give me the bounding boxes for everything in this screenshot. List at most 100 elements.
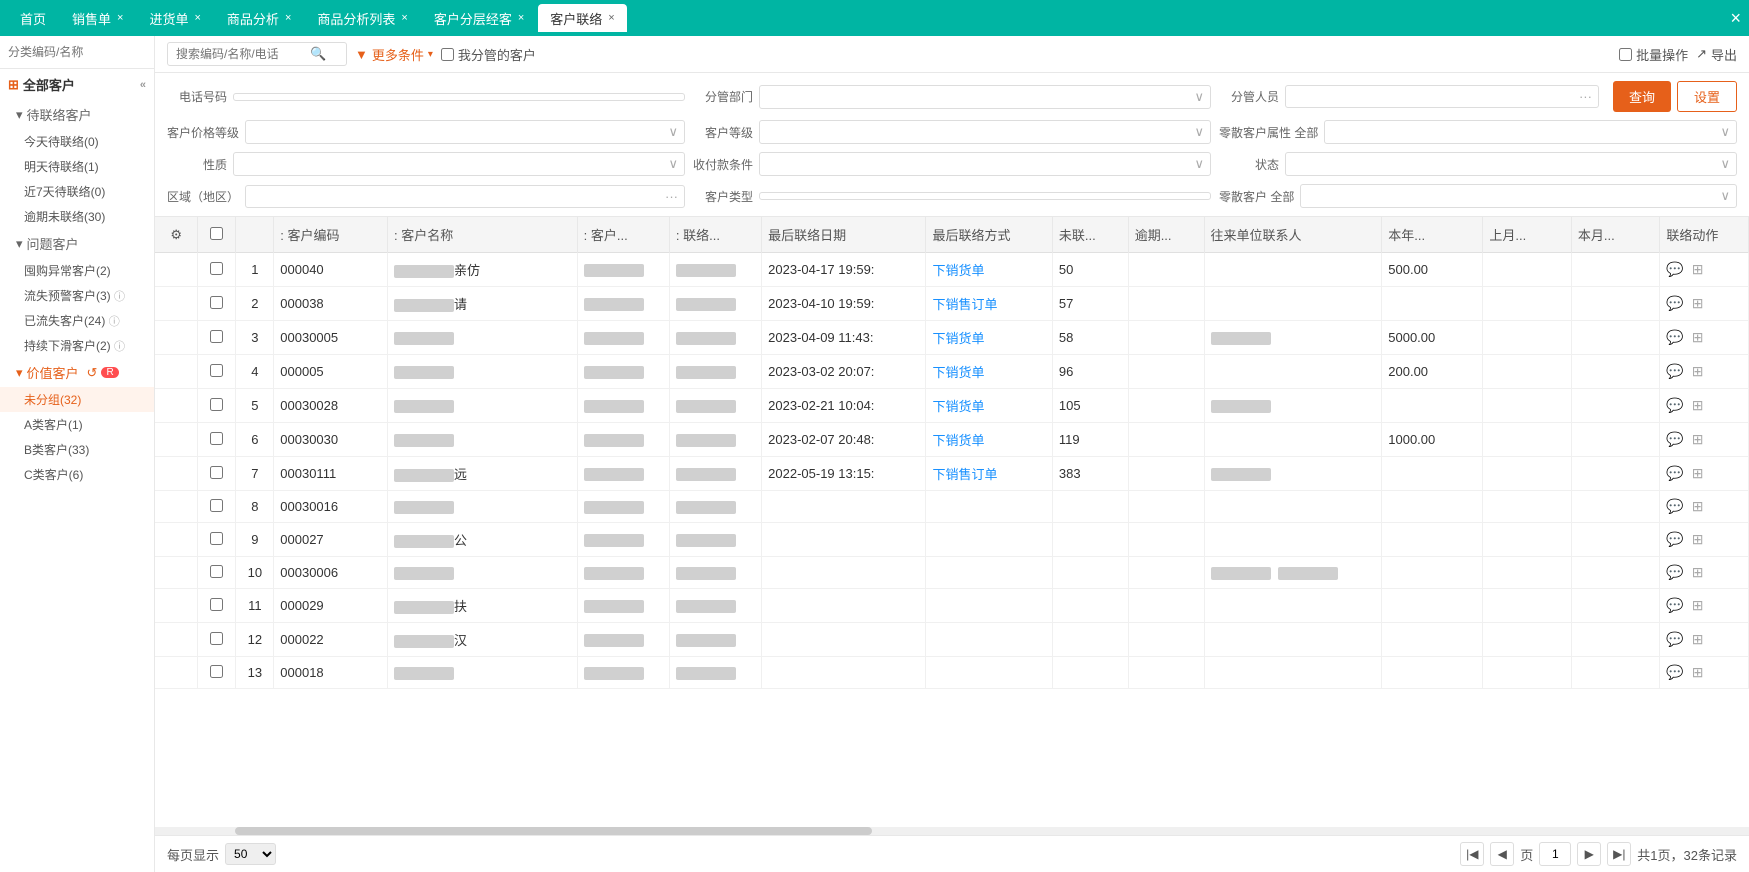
tab-sales[interactable]: 销售单 × xyxy=(60,4,135,32)
reset-button[interactable]: 设置 xyxy=(1677,81,1737,112)
status-input[interactable]: ∨ xyxy=(1285,152,1737,176)
tab-customer-layer-close[interactable]: × xyxy=(518,12,524,24)
payment-input[interactable]: ∨ xyxy=(759,152,1211,176)
filter-search-input[interactable] xyxy=(176,47,306,61)
row-check[interactable] xyxy=(210,364,223,377)
sidebar-item-declining[interactable]: 持续下滑客户(2) ⓘ xyxy=(0,333,154,358)
price-level-input[interactable]: ∨ xyxy=(245,120,685,144)
grid-action-icon[interactable]: ⊞ xyxy=(1692,295,1704,312)
cell-check[interactable] xyxy=(198,491,236,523)
grid-action-icon[interactable]: ⊞ xyxy=(1692,397,1704,414)
sidebar-collapse-icon[interactable]: « xyxy=(140,79,146,91)
contact-method-link[interactable]: 下销货单 xyxy=(932,433,984,448)
nature-input[interactable]: ∨ xyxy=(233,152,685,176)
row-check[interactable] xyxy=(210,632,223,645)
customer-level-input[interactable]: ∨ xyxy=(759,120,1211,144)
sidebar-item-a-class[interactable]: A类客户(1) xyxy=(0,412,154,437)
scrollbar-thumb[interactable] xyxy=(235,827,873,835)
sidebar-item-ungrouped[interactable]: 未分组(32) xyxy=(0,387,154,412)
grid-action-icon[interactable]: ⊞ xyxy=(1692,498,1704,515)
sidebar-item-warning[interactable]: 流失预警客户(3) ⓘ xyxy=(0,283,154,308)
cell-check[interactable] xyxy=(198,623,236,657)
per-page-select[interactable]: 50 100 200 xyxy=(225,843,276,865)
contact-method-link[interactable]: 下销货单 xyxy=(932,399,984,414)
contact-method-link[interactable]: 下销售订单 xyxy=(932,297,997,312)
contact-method-link[interactable]: 下销货单 xyxy=(932,263,984,278)
tab-customer-contact[interactable]: 客户联络 × xyxy=(538,4,626,32)
tab-customer-layer[interactable]: 客户分层经客 × xyxy=(422,4,536,32)
refresh-icon[interactable]: ↺ xyxy=(87,365,98,381)
problem-customers-group[interactable]: 问题客户 xyxy=(0,229,154,258)
query-button[interactable]: 查询 xyxy=(1613,81,1671,112)
message-icon[interactable]: 💬 xyxy=(1666,431,1683,448)
batch-check[interactable] xyxy=(1619,48,1632,61)
grid-action-icon[interactable]: ⊞ xyxy=(1692,531,1704,548)
sidebar-item-c-class[interactable]: C类客户(6) xyxy=(0,462,154,487)
contact-method-link[interactable]: 下销售订单 xyxy=(932,467,997,482)
message-icon[interactable]: 💬 xyxy=(1666,465,1683,482)
tab-purchase-close[interactable]: × xyxy=(194,12,200,24)
cell-check[interactable] xyxy=(198,657,236,689)
row-check[interactable] xyxy=(210,565,223,578)
tab-goods-list[interactable]: 商品分析列表 × xyxy=(305,4,419,32)
tab-goods-list-close[interactable]: × xyxy=(401,12,407,24)
more-filter-button[interactable]: ▼ 更多条件 ▾ xyxy=(355,45,433,64)
export-button[interactable]: ↗ 导出 xyxy=(1696,45,1737,64)
row-check[interactable] xyxy=(210,665,223,678)
row-check[interactable] xyxy=(210,466,223,479)
message-icon[interactable]: 💬 xyxy=(1666,498,1683,515)
contact-method-link[interactable]: 下销货单 xyxy=(932,331,984,346)
contact-method-link[interactable]: 下销货单 xyxy=(932,365,984,380)
grid-action-icon[interactable]: ⊞ xyxy=(1692,363,1704,380)
select-all-check[interactable] xyxy=(210,227,223,240)
th-check[interactable] xyxy=(198,217,236,253)
row-check[interactable] xyxy=(210,398,223,411)
cell-check[interactable] xyxy=(198,287,236,321)
page-number-input[interactable] xyxy=(1539,842,1571,866)
cell-check[interactable] xyxy=(198,355,236,389)
region-input[interactable]: ··· xyxy=(245,185,685,208)
last-page-button[interactable]: ▶| xyxy=(1607,842,1631,866)
message-icon[interactable]: 💬 xyxy=(1666,664,1683,681)
dept-input[interactable]: ∨ xyxy=(759,85,1211,109)
cell-check[interactable] xyxy=(198,321,236,355)
my-customers-check[interactable] xyxy=(441,48,454,61)
scatter-input[interactable]: ∨ xyxy=(1300,184,1737,208)
customer-type-input[interactable] xyxy=(759,192,1211,200)
first-page-button[interactable]: |◀ xyxy=(1460,842,1484,866)
message-icon[interactable]: 💬 xyxy=(1666,631,1683,648)
horizontal-scrollbar[interactable] xyxy=(155,827,1749,835)
tab-purchase[interactable]: 进货单 × xyxy=(137,4,212,32)
th-settings[interactable]: ⚙ xyxy=(155,217,198,253)
row-check[interactable] xyxy=(210,499,223,512)
sidebar-item-abnormal[interactable]: 囤购异常客户(2) xyxy=(0,258,154,283)
cell-check[interactable] xyxy=(198,589,236,623)
grid-action-icon[interactable]: ⊞ xyxy=(1692,329,1704,346)
row-check[interactable] xyxy=(210,432,223,445)
message-icon[interactable]: 💬 xyxy=(1666,397,1683,414)
row-check[interactable] xyxy=(210,532,223,545)
sidebar-item-overdue[interactable]: 逾期未联络(30) xyxy=(0,204,154,229)
grid-action-icon[interactable]: ⊞ xyxy=(1692,597,1704,614)
my-customers-checkbox[interactable]: 我分管的客户 xyxy=(441,45,536,64)
sidebar-item-today[interactable]: 今天待联络(0) xyxy=(0,129,154,154)
next-page-button[interactable]: ▶ xyxy=(1577,842,1601,866)
all-customers-header[interactable]: ⊞ 全部客户 « xyxy=(0,69,154,100)
tab-goods-analysis[interactable]: 商品分析 × xyxy=(215,4,303,32)
row-check[interactable] xyxy=(210,598,223,611)
row-check[interactable] xyxy=(210,330,223,343)
value-customers-group[interactable]: 价值客户 ↺ R xyxy=(0,358,154,387)
pending-customers-group[interactable]: 待联络客户 xyxy=(0,100,154,129)
message-icon[interactable]: 💬 xyxy=(1666,597,1683,614)
grid-action-icon[interactable]: ⊞ xyxy=(1692,664,1704,681)
batch-ops-button[interactable]: 批量操作 xyxy=(1619,45,1688,64)
row-check[interactable] xyxy=(210,262,223,275)
cell-check[interactable] xyxy=(198,389,236,423)
cell-check[interactable] xyxy=(198,253,236,287)
scatter-attr-input[interactable]: ∨ xyxy=(1324,120,1737,144)
grid-action-icon[interactable]: ⊞ xyxy=(1692,261,1704,278)
prev-page-button[interactable]: ◀ xyxy=(1490,842,1514,866)
cell-check[interactable] xyxy=(198,557,236,589)
message-icon[interactable]: 💬 xyxy=(1666,295,1683,312)
grid-action-icon[interactable]: ⊞ xyxy=(1692,465,1704,482)
